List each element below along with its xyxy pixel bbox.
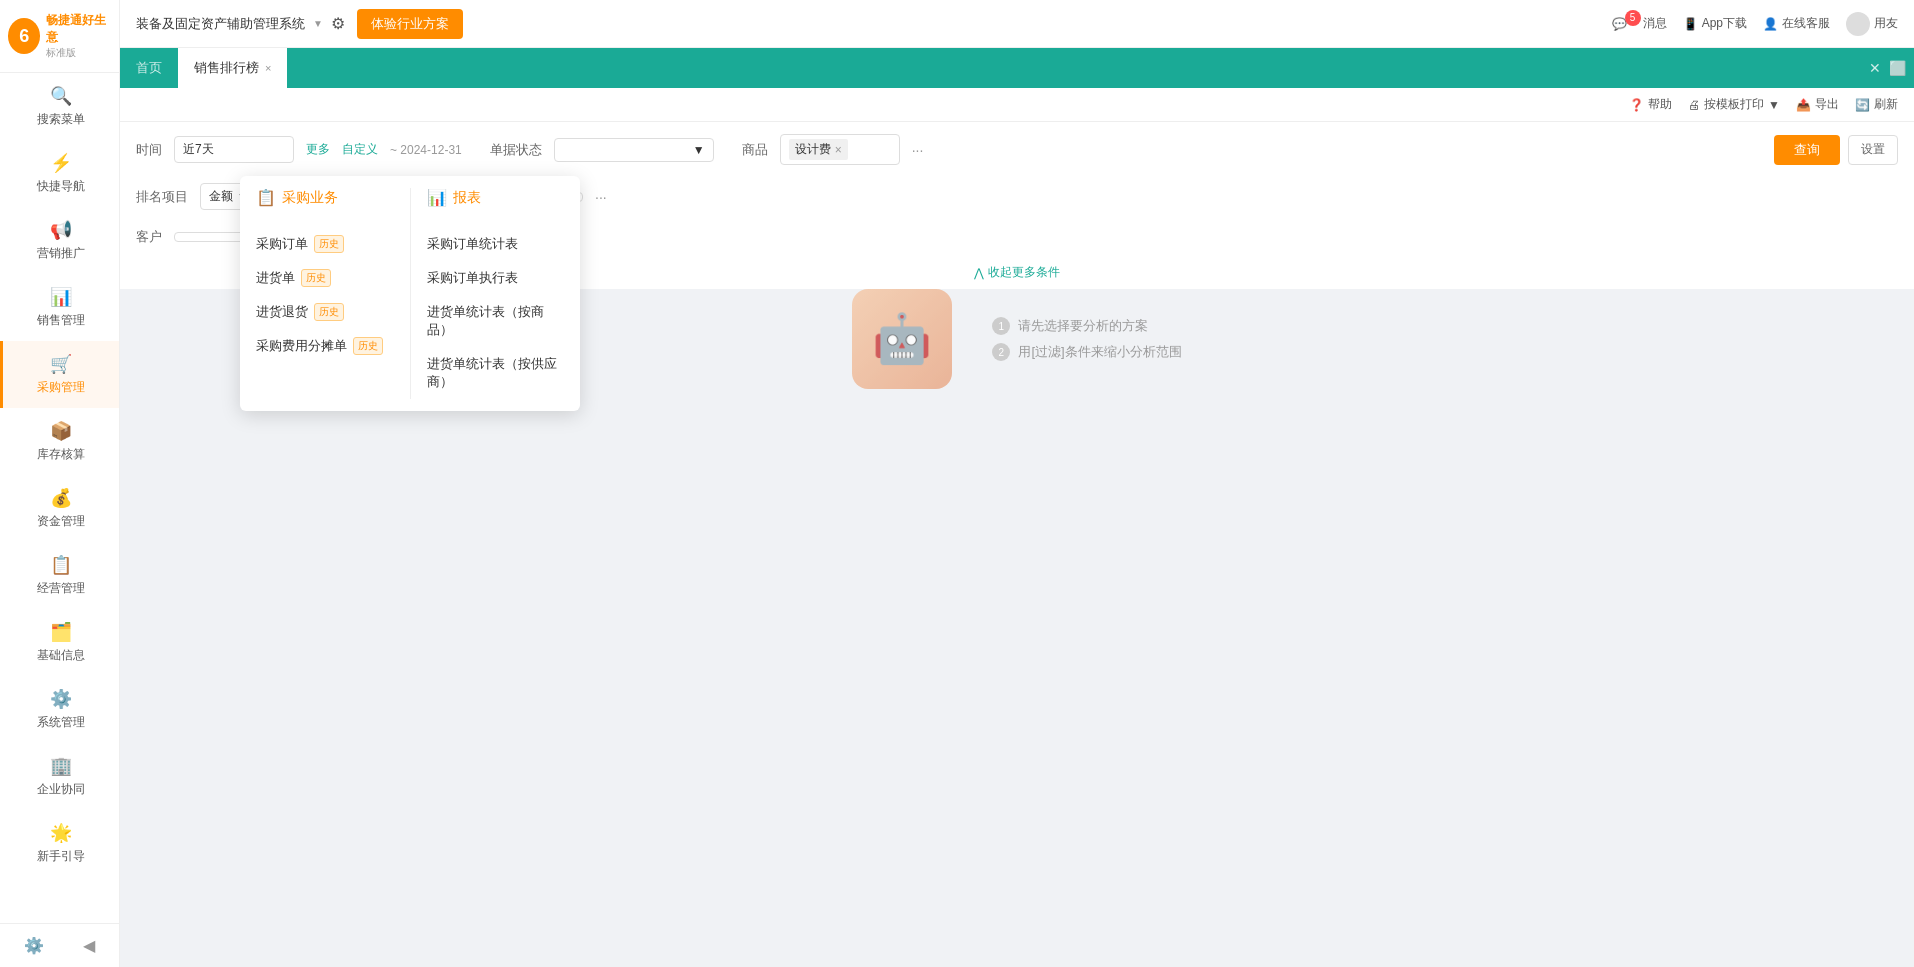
marketing-icon: 📢 — [50, 219, 72, 241]
report-col-icon: 📊 — [427, 188, 447, 207]
sidebar-item-search[interactable]: 🔍 搜索菜单 — [0, 73, 119, 140]
top-header: 装备及固定资产辅助管理系统 ▼ ⚙ 体验行业方案 💬 5 消息 📱 App下载 … — [120, 0, 1914, 48]
tab-bar: 首页 销售排行榜 × ✕ ⬜ — [120, 48, 1914, 88]
sidebar-item-marketing[interactable]: 📢 营销推广 — [0, 207, 119, 274]
industry-btn[interactable]: 体验行业方案 — [357, 9, 463, 39]
tab-close-all-icon[interactable]: ✕ — [1869, 60, 1881, 76]
sidebar-item-inventory[interactable]: 📦 库存核算 — [0, 408, 119, 475]
logo: 6 畅捷通好生意 标准版 — [0, 0, 119, 73]
dropdown-inbound-stat-supplier[interactable]: 进货单统计表（按供应商） — [427, 347, 565, 399]
system-title: 装备及固定资产辅助管理系统 — [136, 15, 305, 33]
online-service-btn[interactable]: 👤 在线客服 — [1763, 15, 1830, 32]
history-badge-2: 历史 — [301, 269, 331, 287]
dropdown-purchase-order-exec[interactable]: 采购订单执行表 — [427, 261, 565, 295]
sidebar-bottom: ⚙️ ◀ — [0, 923, 119, 967]
tab-sales-ranking[interactable]: 销售排行榜 × — [178, 48, 287, 88]
content-area: ❓ 帮助 🖨 按模板打印 ▼ 📤 导出 🔄 刷新 — [120, 88, 1914, 967]
system-icon: ⚙️ — [50, 688, 72, 710]
basic-icon: 🗂️ — [50, 621, 72, 643]
report-col: 📊 报表 采购订单统计表 采购订单执行表 进货单统计表（按商品） — [410, 188, 581, 399]
sidebar-item-system[interactable]: ⚙️ 系统管理 — [0, 676, 119, 743]
sidebar-item-newbie[interactable]: 🌟 新手引导 — [0, 810, 119, 877]
history-badge-4: 历史 — [353, 337, 383, 355]
logo-text: 畅捷通好生意 标准版 — [46, 12, 111, 60]
notification-btn[interactable]: 💬 5 消息 — [1612, 15, 1667, 32]
sidebar-item-quicknav[interactable]: ⚡ 快捷导航 — [0, 140, 119, 207]
sidebar: 6 畅捷通好生意 标准版 🔍 搜索菜单 ⚡ 快捷导航 📢 营销推广 📊 销售管理 — [0, 0, 120, 967]
notification-badge: 5 — [1625, 10, 1641, 26]
report-col-title: 📊 报表 — [427, 188, 565, 215]
header-left: 装备及固定资产辅助管理系统 ▼ ⚙ — [136, 14, 345, 33]
tab-home[interactable]: 首页 — [120, 48, 178, 88]
purchase-col-icon: 📋 — [256, 188, 276, 207]
sidebar-item-sales[interactable]: 📊 销售管理 — [0, 274, 119, 341]
tab-restore-icon[interactable]: ⬜ — [1889, 60, 1906, 76]
sidebar-item-operations[interactable]: 📋 经营管理 — [0, 542, 119, 609]
sidebar-nav: 🔍 搜索菜单 ⚡ 快捷导航 📢 营销推广 📊 销售管理 🛒 采购管理 📦 — [0, 73, 119, 923]
inventory-icon: 📦 — [50, 420, 72, 442]
logo-icon: 6 — [8, 18, 40, 54]
newbie-icon: 🌟 — [50, 822, 72, 844]
purchase-col-title: 📋 采购业务 — [256, 188, 394, 215]
dropdown-purchase-order[interactable]: 采购订单 历史 — [256, 227, 394, 261]
operations-icon: 📋 — [50, 554, 72, 576]
sales-icon: 📊 — [50, 286, 72, 308]
purchase-icon: 🛒 — [50, 353, 72, 375]
dropdown-inbound-stat-goods[interactable]: 进货单统计表（按商品） — [427, 295, 565, 347]
dropdown-purchase-order-stat[interactable]: 采购订单统计表 — [427, 227, 565, 261]
purchase-dropdown-menu: 📋 采购业务 采购订单 历史 进货单 历史 进货退货 — [240, 176, 580, 411]
header-settings-icon[interactable]: ⚙ — [331, 14, 345, 33]
sidebar-item-funds[interactable]: 💰 资金管理 — [0, 475, 119, 542]
sidebar-settings-btn[interactable]: ⚙️ — [24, 936, 44, 955]
history-badge-1: 历史 — [314, 235, 344, 253]
service-icon: 👤 — [1763, 17, 1778, 31]
quicknav-icon: ⚡ — [50, 152, 72, 174]
dropdown-purchase-expense[interactable]: 采购费用分摊单 历史 — [256, 329, 394, 363]
dropdown-columns: 📋 采购业务 采购订单 历史 进货单 历史 进货退货 — [240, 188, 580, 399]
tab-bar-actions: ✕ ⬜ — [1869, 60, 1914, 76]
sidebar-collapse-btn[interactable]: ◀ — [83, 936, 95, 955]
avatar-icon — [1846, 12, 1870, 36]
search-icon: 🔍 — [50, 85, 72, 107]
sidebar-item-enterprise[interactable]: 🏢 企业协同 — [0, 743, 119, 810]
dropdown-inbound[interactable]: 进货单 历史 — [256, 261, 394, 295]
funds-icon: 💰 — [50, 487, 72, 509]
tab-close-icon[interactable]: × — [265, 62, 271, 74]
dropdown-inbound-return[interactable]: 进货退货 历史 — [256, 295, 394, 329]
phone-icon: 📱 — [1683, 17, 1698, 31]
main-content: 装备及固定资产辅助管理系统 ▼ ⚙ 体验行业方案 💬 5 消息 📱 App下载 … — [120, 0, 1914, 967]
sidebar-item-purchase[interactable]: 🛒 采购管理 — [0, 341, 119, 408]
enterprise-icon: 🏢 — [50, 755, 72, 777]
history-badge-3: 历史 — [314, 303, 344, 321]
user-btn[interactable]: 用友 — [1846, 12, 1898, 36]
system-dropdown-arrow[interactable]: ▼ — [313, 18, 323, 29]
header-actions: 💬 5 消息 📱 App下载 👤 在线客服 用友 — [1612, 12, 1898, 36]
notification-label: 消息 — [1643, 15, 1667, 32]
app-download-btn[interactable]: 📱 App下载 — [1683, 15, 1747, 32]
purchase-col: 📋 采购业务 采购订单 历史 进货单 历史 进货退货 — [240, 188, 410, 399]
sidebar-item-basic[interactable]: 🗂️ 基础信息 — [0, 609, 119, 676]
